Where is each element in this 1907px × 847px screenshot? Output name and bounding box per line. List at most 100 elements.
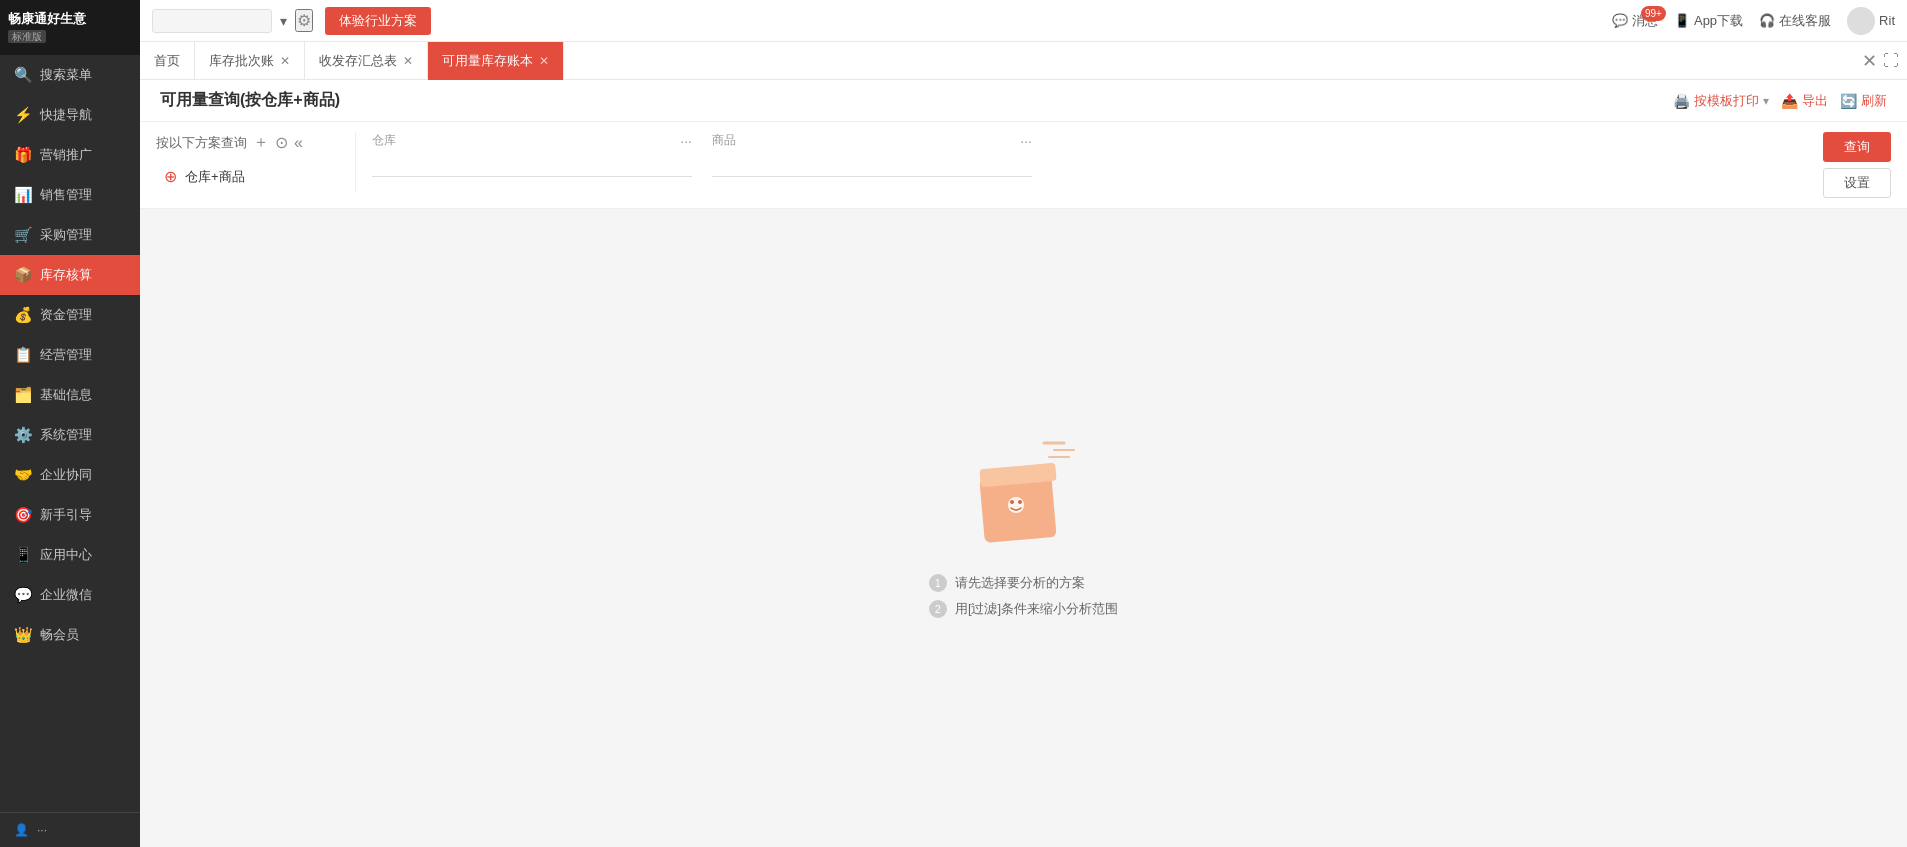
filter-area: 按以下方案查询 ＋ ⊙ « ⊕ 仓库+商品 仓库 ··· (140, 122, 1907, 209)
sidebar-item-baseinfo[interactable]: 🗂️ 基础信息 (0, 375, 140, 415)
empty-text-area: 1 请先选择要分析的方案 2 用[过滤]条件来缩小分析范围 (929, 574, 1118, 618)
svg-point-6 (1010, 500, 1014, 504)
scheme-collapse-btn[interactable]: « (294, 134, 303, 152)
product-more-icon[interactable]: ··· (1020, 133, 1032, 149)
folder-icon: 🗂️ (14, 386, 32, 404)
topbar: ▾ ⚙ 体验行业方案 💬 消息 99+ 📱 App下载 🎧 在线客服 Rit (140, 0, 1907, 42)
page-header: 可用量查询(按仓库+商品) 🖨️ 按模板打印 ▾ 📤 导出 🔄 刷新 (140, 80, 1907, 122)
sidebar-item-finance[interactable]: 💰 资金管理 (0, 295, 140, 335)
tab-available-stock-label: 可用量库存账本 (442, 52, 533, 70)
sidebar-item-purchase[interactable]: 🛒 采购管理 (0, 215, 140, 255)
sidebar-item-label: 快捷导航 (40, 106, 92, 124)
brand-tag: 标准版 (8, 30, 46, 43)
expand-button[interactable]: ⛶ (1883, 52, 1899, 70)
sidebar-item-label: 采购管理 (40, 226, 92, 244)
close-tab-button[interactable]: ✕ (1862, 50, 1877, 72)
sidebar-item-vip[interactable]: 👑 畅会员 (0, 615, 140, 655)
brand-name: 畅康通好生意 (8, 10, 132, 28)
avatar (1847, 7, 1875, 35)
scheme-item-warehouse-product[interactable]: ⊕ 仓库+商品 (156, 161, 343, 192)
tab-batch-account-close[interactable]: ✕ (280, 54, 290, 68)
tab-receive-summary[interactable]: 收发存汇总表 ✕ (305, 42, 428, 80)
print-label: 按模板打印 (1694, 92, 1759, 110)
gift-icon: 🎁 (14, 146, 32, 164)
tab-batch-account[interactable]: 库存批次账 ✕ (195, 42, 305, 80)
user-profile-button[interactable]: Rit (1847, 7, 1895, 35)
online-service-button[interactable]: 🎧 在线客服 (1759, 12, 1831, 30)
empty-state: 1 请先选择要分析的方案 2 用[过滤]条件来缩小分析范围 (140, 209, 1907, 847)
settings-button[interactable]: 设置 (1823, 168, 1891, 198)
warehouse-label: 仓库 ··· (372, 132, 692, 149)
sidebar-item-operations[interactable]: 📋 经营管理 (0, 335, 140, 375)
crown-icon: 👑 (14, 626, 32, 644)
warehouse-input[interactable] (372, 153, 692, 177)
sidebar-item-label: 销售管理 (40, 186, 92, 204)
export-label: 导出 (1802, 92, 1828, 110)
tab-home-label: 首页 (154, 52, 180, 70)
cart-icon: 🛒 (14, 226, 32, 244)
username-label: Rit (1879, 13, 1895, 28)
sidebar-item-shortcut[interactable]: ⚡ 快捷导航 (0, 95, 140, 135)
sidebar-item-label: 企业协同 (40, 466, 92, 484)
page-header-actions: 🖨️ 按模板打印 ▾ 📤 导出 🔄 刷新 (1673, 92, 1887, 110)
refresh-btn[interactable]: 🔄 刷新 (1840, 92, 1887, 110)
sidebar-item-marketing[interactable]: 🎁 营销推广 (0, 135, 140, 175)
sidebar-item-guide[interactable]: 🎯 新手引导 (0, 495, 140, 535)
sidebar-footer-label: ··· (37, 823, 47, 837)
add-scheme-btn[interactable]: ＋ (253, 132, 269, 153)
sidebar-item-wechat[interactable]: 💬 企业微信 (0, 575, 140, 615)
filter-conditions: 仓库 ··· 商品 ··· (356, 132, 1823, 177)
tab-receive-summary-close[interactable]: ✕ (403, 54, 413, 68)
tab-home[interactable]: 首页 (140, 42, 195, 80)
hint-text-2: 用[过滤]条件来缩小分析范围 (955, 600, 1118, 618)
online-service-label: 在线客服 (1779, 12, 1831, 30)
sidebar-item-appcenter[interactable]: 📱 应用中心 (0, 535, 140, 575)
sidebar-header: 畅康通好生意 标准版 (0, 0, 140, 55)
warehouse-more-icon[interactable]: ··· (680, 133, 692, 149)
topbar-right: 💬 消息 99+ 📱 App下载 🎧 在线客服 Rit (1612, 7, 1895, 35)
topbar-gear-button[interactable]: ⚙ (295, 9, 313, 32)
query-button[interactable]: 查询 (1823, 132, 1891, 162)
sidebar-item-system[interactable]: ⚙️ 系统管理 (0, 415, 140, 455)
user-icon: 👤 (14, 823, 29, 837)
industry-btn[interactable]: 体验行业方案 (325, 7, 431, 35)
export-icon: 📤 (1781, 93, 1798, 109)
filter-schemes: 按以下方案查询 ＋ ⊙ « ⊕ 仓库+商品 (156, 132, 356, 192)
chart-icon: 📊 (14, 186, 32, 204)
product-input[interactable] (712, 153, 1032, 177)
scheme-settings-btn[interactable]: ⊙ (275, 133, 288, 152)
sidebar-nav: 🔍 搜索菜单 ⚡ 快捷导航 🎁 营销推广 📊 销售管理 🛒 采购管理 📦 库存核… (0, 55, 140, 812)
refresh-label: 刷新 (1861, 92, 1887, 110)
headset-icon: 🎧 (1759, 13, 1775, 28)
scheme-header: 按以下方案查询 ＋ ⊙ « (156, 132, 343, 153)
sidebar-item-label: 企业微信 (40, 586, 92, 604)
sidebar-footer[interactable]: 👤 ··· (0, 812, 140, 847)
topbar-dropdown-button[interactable]: ▾ (280, 13, 287, 29)
print-icon: 🖨️ (1673, 93, 1690, 109)
sidebar-item-label: 营销推广 (40, 146, 92, 164)
filter-actions: 查询 设置 (1823, 132, 1891, 198)
sidebar-item-label: 搜索菜单 (40, 66, 92, 84)
tab-batch-account-label: 库存批次账 (209, 52, 274, 70)
scheme-header-label: 按以下方案查询 (156, 134, 247, 152)
message-badge: 99+ (1641, 6, 1666, 21)
sidebar-item-enterprise[interactable]: 🤝 企业协同 (0, 455, 140, 495)
money-icon: 💰 (14, 306, 32, 324)
sidebar: 畅康通好生意 标准版 🔍 搜索菜单 ⚡ 快捷导航 🎁 营销推广 📊 销售管理 🛒… (0, 0, 140, 847)
sidebar-item-inventory[interactable]: 📦 库存核算 (0, 255, 140, 295)
tab-available-stock-close[interactable]: ✕ (539, 54, 549, 68)
empty-hint-2: 2 用[过滤]条件来缩小分析范围 (929, 600, 1118, 618)
hint-num-1: 1 (929, 574, 947, 592)
message-button[interactable]: 💬 消息 99+ (1612, 12, 1658, 30)
app-download-button[interactable]: 📱 App下载 (1674, 12, 1743, 30)
print-btn[interactable]: 🖨️ 按模板打印 ▾ (1673, 92, 1769, 110)
sidebar-item-search[interactable]: 🔍 搜索菜单 (0, 55, 140, 95)
sidebar-item-label: 资金管理 (40, 306, 92, 324)
print-dropdown-icon[interactable]: ▾ (1763, 94, 1769, 108)
sidebar-item-sales[interactable]: 📊 销售管理 (0, 175, 140, 215)
topbar-search-input[interactable] (152, 9, 272, 33)
scheme-item-label: 仓库+商品 (185, 168, 245, 186)
tab-available-stock[interactable]: 可用量库存账本 ✕ (428, 42, 564, 80)
export-btn[interactable]: 📤 导出 (1781, 92, 1828, 110)
main-content: ▾ ⚙ 体验行业方案 💬 消息 99+ 📱 App下载 🎧 在线客服 Rit (140, 0, 1907, 847)
